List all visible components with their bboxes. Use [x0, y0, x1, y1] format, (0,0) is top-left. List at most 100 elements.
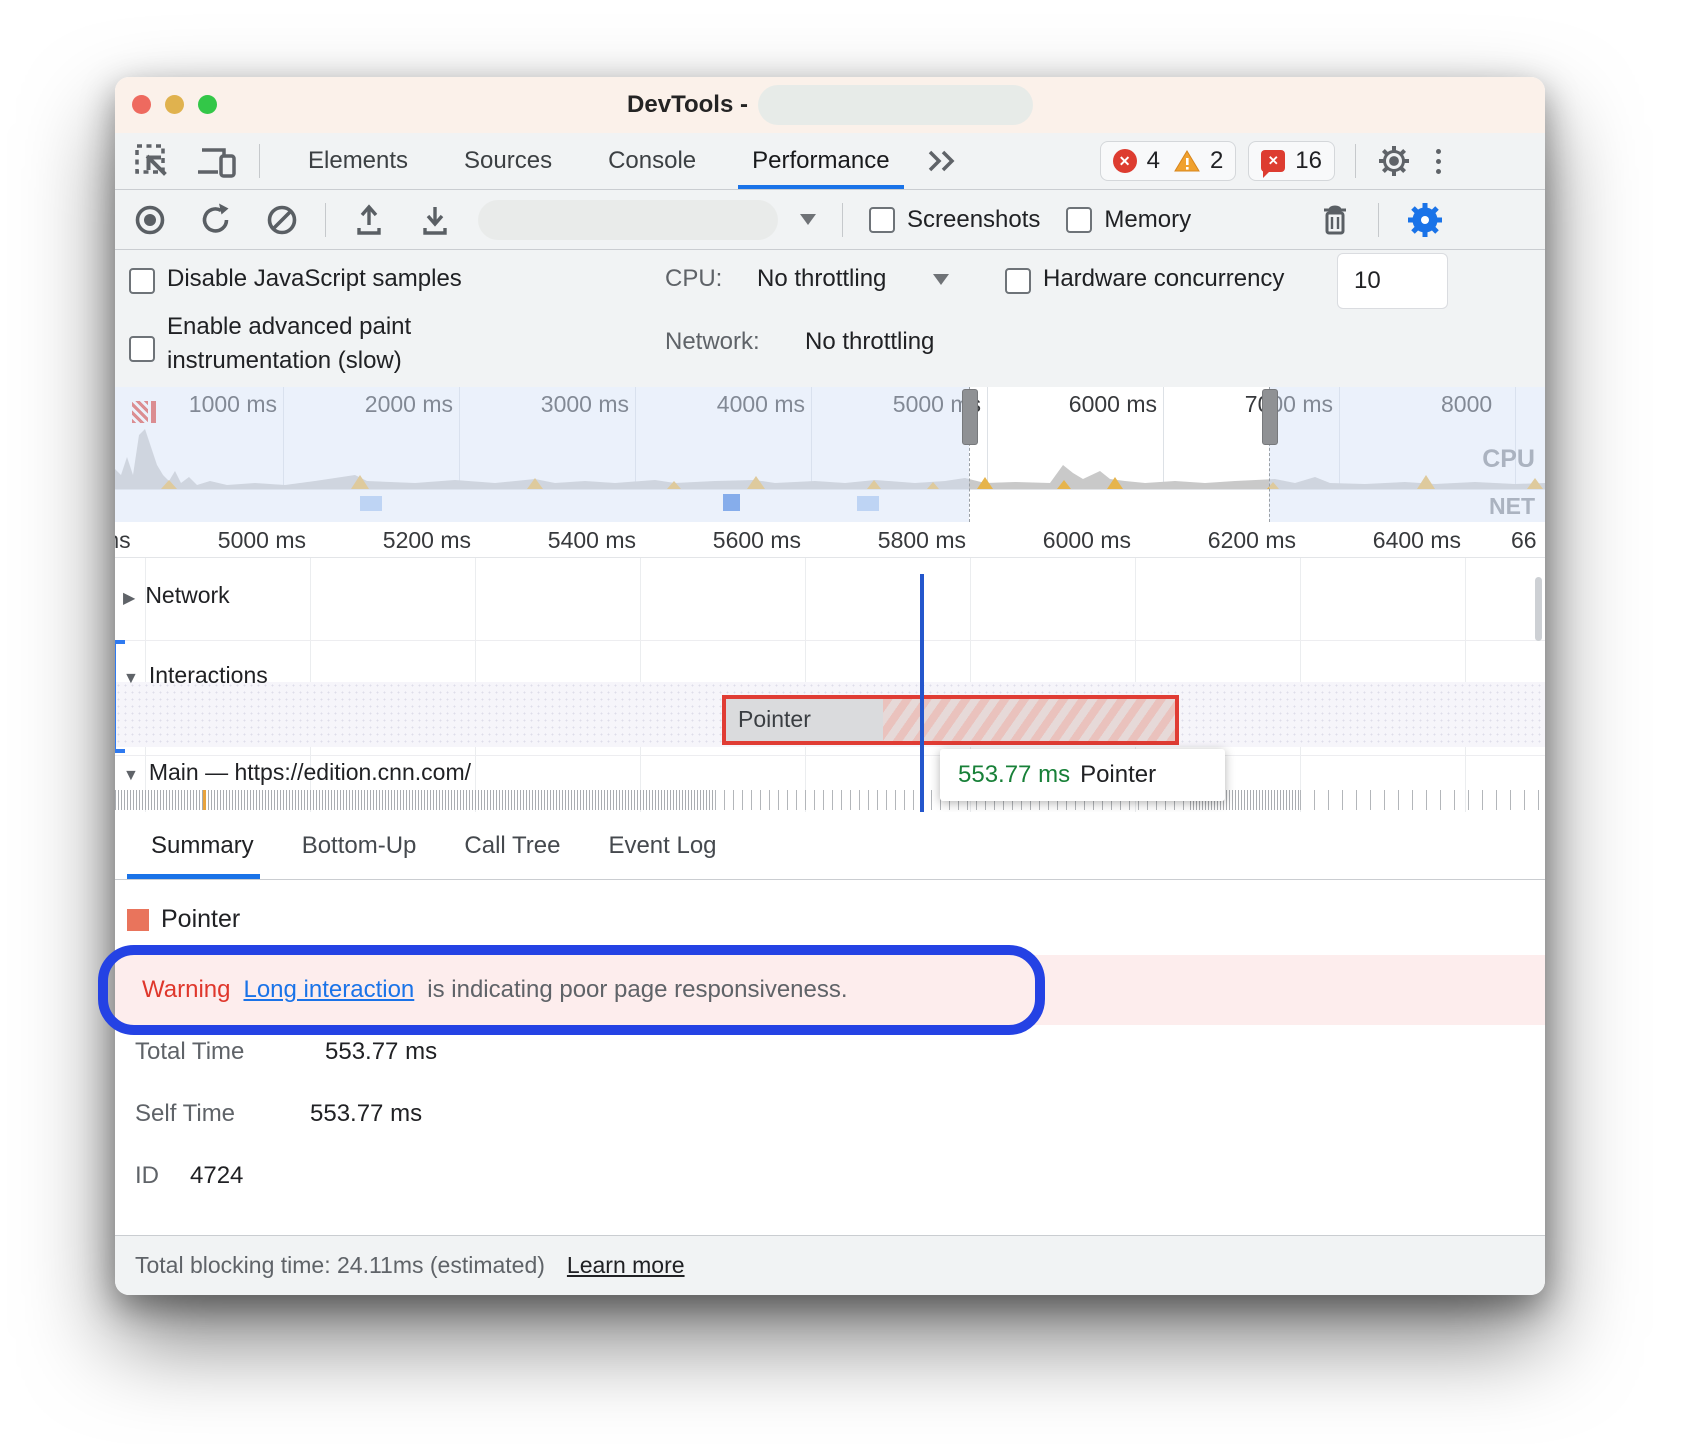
download-profile-icon[interactable] [416, 201, 454, 239]
disable-js-samples-label: Disable JavaScript samples [167, 265, 462, 293]
tab-call-tree[interactable]: Call Tree [440, 812, 584, 879]
playhead-line [920, 574, 924, 812]
cpu-select-arrow-icon[interactable] [933, 274, 949, 285]
tab-bottom-up[interactable]: Bottom-Up [278, 812, 441, 879]
flame-minimap-orange-tick [203, 790, 206, 810]
collapse-down-icon[interactable]: ▼ [123, 670, 139, 687]
issues-badge[interactable]: ✕ 16 [1248, 141, 1335, 181]
long-interaction-link[interactable]: Long interaction [243, 976, 414, 1004]
ruler-tick: 5200 ms [366, 527, 471, 554]
timeline-overview[interactable]: 1000 ms 2000 ms 3000 ms 4000 ms 5000 ms … [115, 387, 1545, 523]
details-tabbar: Summary Bottom-Up Call Tree Event Log [115, 812, 1545, 880]
main-track-header[interactable]: ▼Main — https://edition.cnn.com/ [123, 759, 471, 786]
record-icon[interactable] [131, 201, 169, 239]
screenshots-label: Screenshots [907, 206, 1040, 234]
selection-handle-left[interactable] [962, 389, 978, 445]
disable-js-samples-checkbox[interactable] [129, 268, 155, 294]
history-dropdown-arrow-icon[interactable] [800, 214, 816, 225]
memory-toggle: Memory [1066, 206, 1191, 234]
issues-icon: ✕ [1261, 150, 1285, 172]
summary-row-label: Total Time [135, 1038, 244, 1066]
interactions-selection-bracket [115, 640, 125, 753]
errors-warnings-badge[interactable]: ✕ 4 2 [1100, 141, 1237, 181]
pointer-bar-hatched-section [883, 699, 1175, 741]
ruler-tick: 6000 ms [1026, 527, 1131, 554]
detail-ruler: ms 5000 ms 5200 ms 5400 ms 5600 ms 5800 … [115, 522, 1545, 558]
inspect-element-icon[interactable] [133, 142, 171, 180]
ruler-tick: 66 [1511, 527, 1537, 554]
summary-row-label: ID [135, 1162, 159, 1190]
overview-dim-left [115, 387, 969, 522]
tooltip-duration: 553.77 ms [958, 761, 1070, 789]
main-flame-minimap [1300, 790, 1545, 810]
warning-icon [1174, 149, 1200, 173]
row-divider [115, 755, 1545, 756]
pointer-bar-label: Pointer [738, 706, 811, 733]
ruler-tick: 6200 ms [1191, 527, 1296, 554]
warning-count: 2 [1210, 147, 1223, 175]
selection-handle-right[interactable] [1262, 389, 1278, 445]
summary-row-value: 4724 [190, 1162, 243, 1190]
advanced-paint-checkbox[interactable] [129, 336, 155, 362]
screenshots-checkbox[interactable] [869, 207, 895, 233]
memory-checkbox[interactable] [1066, 207, 1092, 233]
error-count: 4 [1147, 147, 1160, 175]
clear-icon[interactable] [263, 201, 301, 239]
warning-row: Warning Long interaction is indicating p… [115, 955, 1545, 1025]
hardware-concurrency-checkbox[interactable] [1005, 268, 1031, 294]
tab-performance[interactable]: Performance [724, 133, 917, 189]
summary-row-value: 553.77 ms [325, 1038, 437, 1066]
interactions-track-header[interactable]: ▼Interactions [123, 662, 268, 689]
trash-icon[interactable] [1318, 201, 1352, 239]
devtools-window: DevTools - Elements Sources Console Perf… [115, 77, 1545, 1295]
overview-dim-right [1269, 387, 1545, 522]
capture-settings-gear-icon[interactable] [1405, 200, 1445, 240]
warning-description: is indicating poor page responsiveness. [427, 976, 847, 1004]
performance-toolbar: Screenshots Memory [115, 190, 1545, 250]
reload-record-icon[interactable] [197, 201, 235, 239]
network-throttling-select[interactable]: No throttling [805, 328, 934, 356]
device-toolbar-icon[interactable] [195, 142, 239, 180]
advanced-paint-label-line1: Enable advanced paint [167, 313, 411, 341]
upload-profile-icon[interactable] [350, 201, 388, 239]
kebab-menu-icon[interactable] [1432, 145, 1445, 178]
more-tabs-icon[interactable] [924, 148, 960, 174]
divider [1378, 203, 1379, 237]
divider [842, 203, 843, 237]
learn-more-link[interactable]: Learn more [567, 1252, 685, 1279]
titlebar: DevTools - [115, 77, 1545, 134]
divider [325, 203, 326, 237]
network-track-header[interactable]: ▶Network [123, 582, 230, 609]
tab-console[interactable]: Console [580, 133, 724, 189]
issues-count: 16 [1295, 147, 1322, 175]
cpu-label: CPU: [665, 265, 722, 293]
collapse-down-icon[interactable]: ▼ [123, 767, 139, 784]
ruler-tick: 5000 ms [201, 527, 306, 554]
screenshot-stage: { "window": { "title": "DevTools -" }, "… [0, 0, 1686, 1444]
redacted-page-title [758, 85, 1033, 125]
pointer-tooltip: 553.77 ms Pointer [940, 749, 1225, 801]
hardware-concurrency-input[interactable]: 10 [1337, 253, 1448, 309]
timeline-tracks[interactable]: ms 5000 ms 5200 ms 5400 ms 5600 ms 5800 … [115, 522, 1545, 812]
history-dropdown-redacted[interactable] [478, 200, 778, 240]
collapse-right-icon[interactable]: ▶ [123, 590, 135, 607]
tab-elements[interactable]: Elements [280, 133, 436, 189]
summary-row-value: 553.77 ms [310, 1100, 422, 1128]
cpu-throttling-select[interactable]: No throttling [757, 265, 886, 293]
screenshots-toggle: Screenshots [869, 206, 1040, 234]
summary-pane: Pointer Warning Long interaction is indi… [115, 880, 1545, 1235]
ruler-tick: 5400 ms [531, 527, 636, 554]
tab-sources[interactable]: Sources [436, 133, 580, 189]
row-divider [115, 640, 1545, 641]
tab-summary[interactable]: Summary [127, 812, 278, 879]
pointer-color-swatch [127, 909, 149, 931]
window-title: DevTools - [627, 91, 748, 119]
overview-tick: 6000 ms [1047, 391, 1157, 418]
vertical-scrollbar-thumb[interactable] [1535, 577, 1542, 641]
network-label: Network: [665, 328, 760, 356]
tab-event-log[interactable]: Event Log [584, 812, 740, 879]
settings-gear-icon[interactable] [1376, 143, 1412, 179]
summary-row-label: Self Time [135, 1100, 235, 1128]
summary-event-title: Pointer [161, 905, 240, 934]
interaction-pointer-bar[interactable]: Pointer [722, 695, 1179, 745]
